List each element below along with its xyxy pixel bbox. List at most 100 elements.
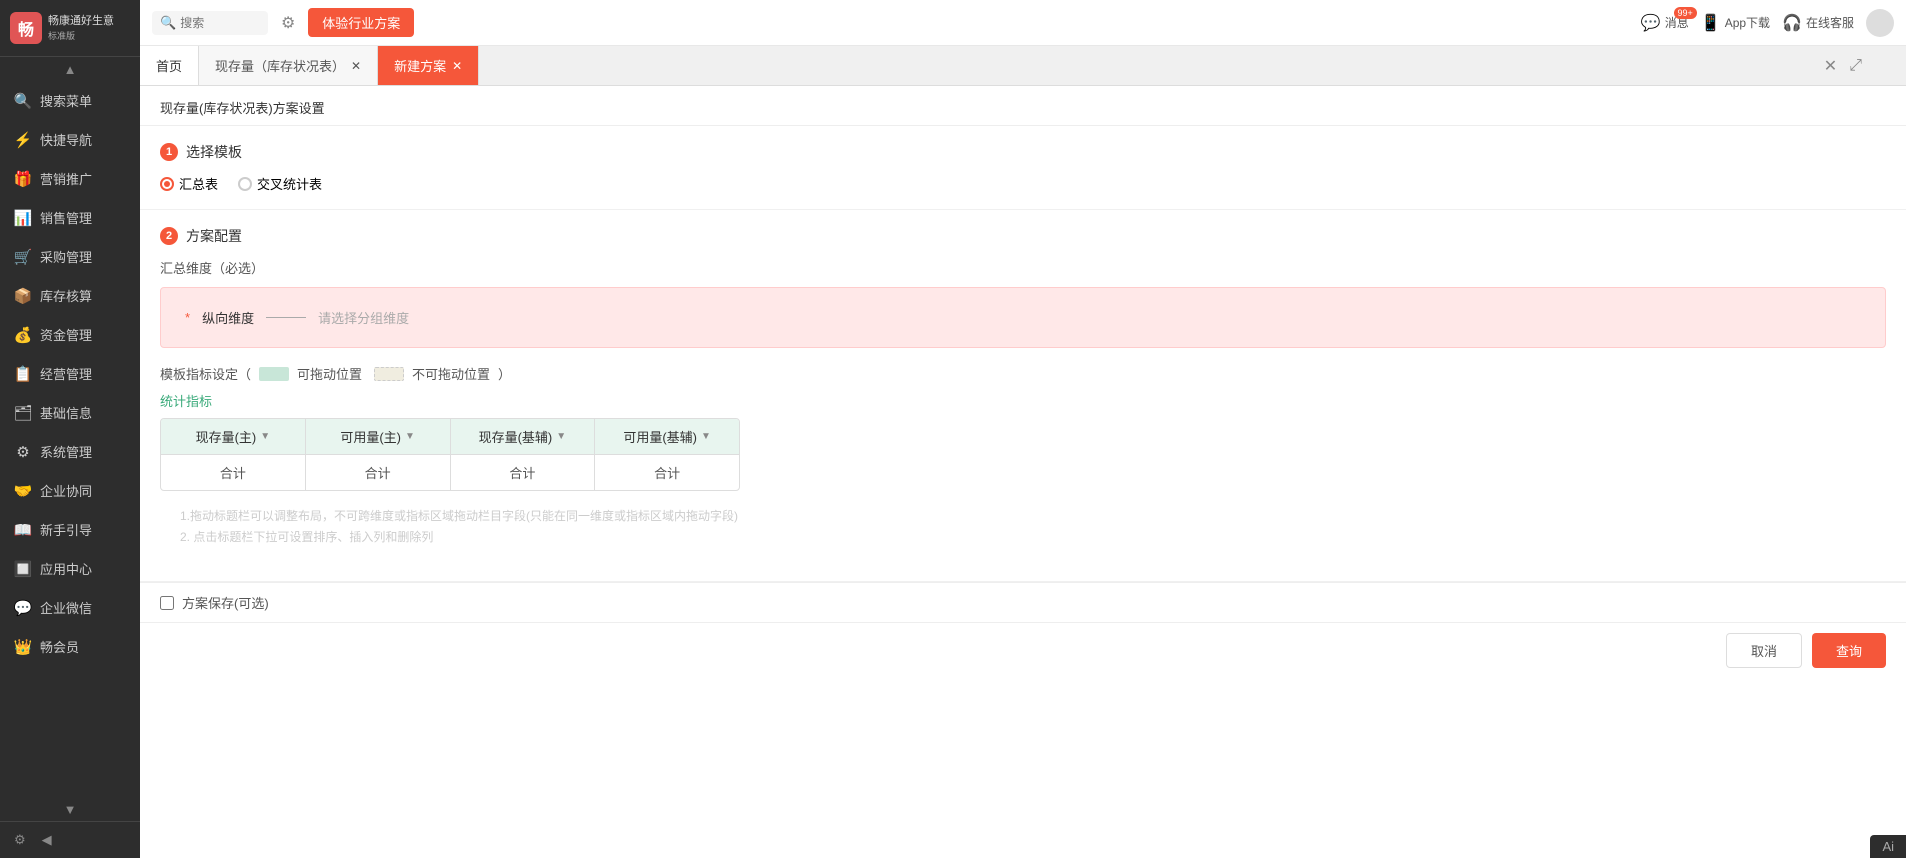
customer-service-button[interactable]: 🎧 在线客服 — [1782, 13, 1854, 33]
close-window-icon[interactable]: ✕ — [1820, 52, 1841, 80]
sidebar-item-label: 资金管理 — [40, 325, 92, 344]
topbar: 🔍 ⚙ 体验行业方案 💬 99+ 消息 📱 App下载 🎧 在线客服 — [140, 0, 1906, 46]
sidebar-scroll-up[interactable]: ▲ — [0, 57, 140, 81]
topbar-right: 💬 99+ 消息 📱 App下载 🎧 在线客服 — [1641, 9, 1894, 37]
search-icon: 🔍 — [160, 15, 176, 31]
sidebar-item-app-center[interactable]: 🔲 应用中心 — [0, 549, 140, 588]
save-plan-label: 方案保存(可选) — [182, 593, 269, 612]
sidebar-item-finance[interactable]: 💰 资金管理 — [0, 315, 140, 354]
dim-placeholder[interactable]: 请选择分组维度 — [318, 308, 409, 327]
sidebar-item-basic-info[interactable]: 🗂 基础信息 — [0, 393, 140, 432]
sidebar-item-vip[interactable]: 👑 畅会员 — [0, 627, 140, 666]
tab-inventory-close[interactable]: ✕ — [351, 59, 361, 73]
step2-section: 2 方案配置 汇总维度（必选） * 纵向维度 请选择分组维度 模板指标设定（ — [140, 210, 1906, 582]
new-guide-icon: 📖 — [14, 521, 32, 539]
sidebar-item-sales[interactable]: 📊 销售管理 — [0, 198, 140, 237]
sidebar-item-label: 企业协同 — [40, 481, 92, 500]
stat-col-1[interactable]: 现存量(主) ▼ — [161, 419, 306, 454]
sidebar-item-label: 畅会员 — [40, 637, 79, 656]
tab-new-plan-close[interactable]: ✕ — [452, 59, 462, 73]
system-icon: ⚙ — [14, 443, 32, 461]
operations-icon: 📋 — [14, 365, 32, 383]
template-radio-group: 汇总表 交叉统计表 — [160, 174, 1886, 193]
tab-home[interactable]: 首页 — [140, 46, 199, 85]
sidebar-item-marketing[interactable]: 🎁 营销推广 — [0, 159, 140, 198]
wechat-icon: 💬 — [14, 599, 32, 617]
collapse-icon[interactable]: ◀ — [42, 832, 52, 848]
stat-col-2[interactable]: 可用量(主) ▼ — [306, 419, 451, 454]
marketing-icon: 🎁 — [14, 170, 32, 188]
radio-summary-label: 汇总表 — [179, 174, 218, 193]
step1-label: 选择模板 — [186, 142, 242, 162]
sidebar-item-new-guide[interactable]: 📖 新手引导 — [0, 510, 140, 549]
cancel-button[interactable]: 取消 — [1726, 633, 1802, 668]
sidebar-item-label: 应用中心 — [40, 559, 92, 578]
indicator-nodrag-label: 不可拖动位置 — [412, 364, 490, 383]
save-plan-checkbox[interactable] — [160, 596, 174, 610]
stat-col-3[interactable]: 现存量(基辅) ▼ — [451, 419, 596, 454]
messages-button[interactable]: 💬 99+ 消息 — [1641, 13, 1689, 33]
sidebar-item-purchase[interactable]: 🛒 采购管理 — [0, 237, 140, 276]
user-avatar[interactable] — [1866, 9, 1894, 37]
sidebar-item-inventory[interactable]: 📦 库存核算 — [0, 276, 140, 315]
tabs-bar: 首页 现存量（库存状况表） ✕ 新建方案 ✕ ✕ ⤢ — [140, 46, 1906, 86]
stat-col-4[interactable]: 可用量(基辅) ▼ — [595, 419, 739, 454]
stat-col-3-label: 现存量(基辅) — [479, 427, 553, 446]
dim-label: 纵向维度 — [202, 308, 254, 327]
app-download-button[interactable]: 📱 App下载 — [1701, 13, 1770, 33]
stat-table-header: 现存量(主) ▼ 可用量(主) ▼ 现存量(基辅) ▼ — [161, 419, 739, 454]
bottom-action-bar: 取消 查询 — [140, 622, 1906, 678]
nodrag-legend-box — [374, 367, 404, 381]
sidebar-scroll-down[interactable]: ▼ — [0, 797, 140, 821]
sidebar-item-wechat[interactable]: 💬 企业微信 — [0, 588, 140, 627]
basic-info-icon: 🗂 — [14, 404, 32, 422]
settings-gear-icon[interactable]: ⚙ — [274, 9, 302, 37]
main-area: 🔍 ⚙ 体验行业方案 💬 99+ 消息 📱 App下载 🎧 在线客服 — [140, 0, 1906, 858]
sidebar-item-label: 企业微信 — [40, 598, 92, 617]
chevron-down-icon-4: ▼ — [701, 431, 711, 442]
topbar-search-box[interactable]: 🔍 — [152, 11, 268, 35]
search-input[interactable] — [180, 16, 260, 30]
step2-badge: 2 — [160, 227, 178, 245]
radio-cross[interactable]: 交叉统计表 — [238, 174, 322, 193]
settings-icon[interactable]: ⚙ — [14, 832, 26, 848]
page-footer: 方案保存(可选) — [140, 582, 1906, 622]
inventory-icon: 📦 — [14, 287, 32, 305]
stat-cell-1: 合计 — [161, 455, 306, 490]
sidebar: 畅 畅康通好生意 标准版 ▲ 🔍 搜索菜单 ⚡ 快捷导航 🎁 营销推广 📊 销售… — [0, 0, 140, 858]
stat-col-2-label: 可用量(主) — [340, 427, 401, 446]
expand-window-icon[interactable]: ⤢ — [1845, 53, 1866, 79]
sidebar-item-search-menu[interactable]: 🔍 搜索菜单 — [0, 81, 140, 120]
tab-inventory[interactable]: 现存量（库存状况表） ✕ — [199, 46, 378, 85]
message-icon: 💬 — [1641, 13, 1661, 33]
sidebar-item-operations[interactable]: 📋 经营管理 — [0, 354, 140, 393]
page-inner: 现存量(库存状况表)方案设置 1 选择模板 汇总表 交叉统计表 — [140, 86, 1906, 858]
drag-legend-box — [259, 367, 289, 381]
finance-icon: 💰 — [14, 326, 32, 344]
tab-home-label: 首页 — [156, 56, 182, 75]
tabs-window-controls: ✕ ⤢ — [1820, 46, 1866, 85]
sidebar-item-enterprise[interactable]: 🤝 企业协同 — [0, 471, 140, 510]
logo-icon: 畅 — [10, 12, 42, 44]
sidebar-item-system[interactable]: ⚙ 系统管理 — [0, 432, 140, 471]
ai-badge: Ai — [1870, 835, 1906, 858]
query-button[interactable]: 查询 — [1812, 633, 1886, 668]
sidebar-item-label: 新手引导 — [40, 520, 92, 539]
sidebar-item-quick-nav[interactable]: ⚡ 快捷导航 — [0, 120, 140, 159]
page-header: 现存量(库存状况表)方案设置 — [140, 86, 1906, 126]
tab-new-plan[interactable]: 新建方案 ✕ — [378, 46, 479, 85]
download-icon: 📱 — [1701, 13, 1721, 33]
message-badge: 99+ — [1674, 7, 1697, 19]
industry-plan-button[interactable]: 体验行业方案 — [308, 8, 414, 37]
sidebar-item-label: 销售管理 — [40, 208, 92, 227]
search-menu-icon: 🔍 — [14, 92, 32, 110]
stat-cell-2: 合计 — [306, 455, 451, 490]
sidebar-item-label: 采购管理 — [40, 247, 92, 266]
purchase-icon: 🛒 — [14, 248, 32, 266]
quick-nav-icon: ⚡ — [14, 131, 32, 149]
headset-icon: 🎧 — [1782, 13, 1802, 33]
radio-summary[interactable]: 汇总表 — [160, 174, 218, 193]
stat-cell-3: 合计 — [451, 455, 596, 490]
radio-cross-dot — [238, 177, 252, 191]
sidebar-nav: 🔍 搜索菜单 ⚡ 快捷导航 🎁 营销推广 📊 销售管理 🛒 采购管理 📦 库存核… — [0, 81, 140, 797]
